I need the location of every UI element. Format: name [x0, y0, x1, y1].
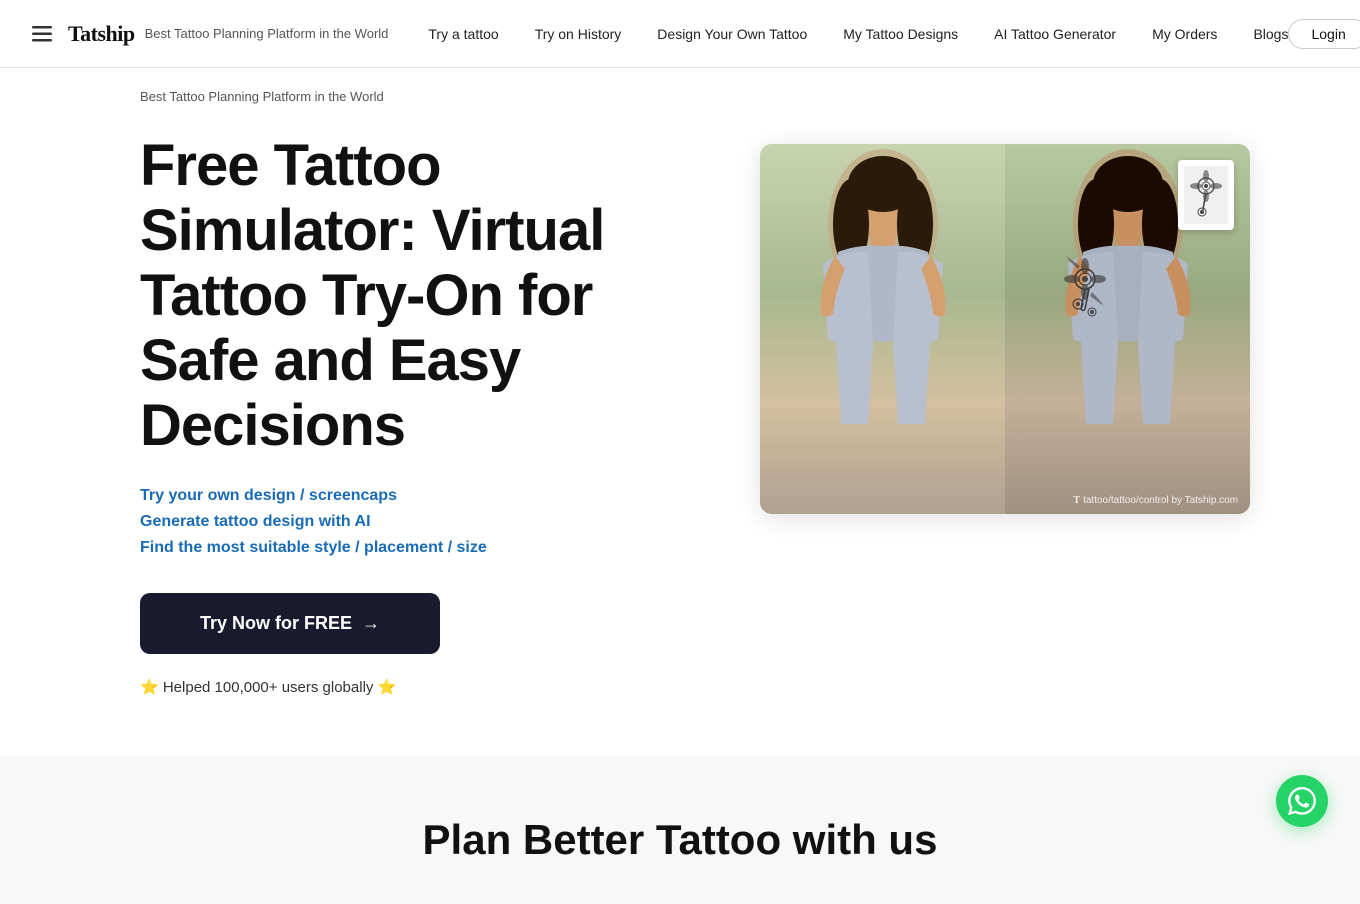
social-proof: ⭐ Helped 100,000+ users globally ⭐ — [140, 678, 700, 696]
hero-image-before — [760, 144, 1005, 514]
watermark-text: tattoo/tattoo/control by Tatship.com — [1083, 495, 1238, 506]
navbar: Tatship Best Tattoo Planning Platform in… — [0, 0, 1360, 68]
hamburger-menu[interactable] — [32, 26, 52, 42]
site-tagline: Best Tattoo Planning Platform in the Wor… — [145, 26, 389, 41]
cta-button[interactable]: Try Now for FREE → — [140, 593, 440, 654]
hero-image-after: T tattoo/tattoo/control by Tatship.com — [1005, 144, 1250, 514]
breadcrumb: Best Tattoo Planning Platform in the Wor… — [0, 68, 1360, 106]
bottom-section: Plan Better Tattoo with us — [0, 756, 1360, 904]
hero-feature-2: Generate tattoo design with AI — [140, 513, 700, 531]
hero-section: Free Tattoo Simulator: Virtual Tattoo Tr… — [0, 106, 1360, 756]
hero-features: Try your own design / screencaps Generat… — [140, 487, 700, 557]
nav-blogs[interactable]: Blogs — [1253, 26, 1288, 42]
hero-image-split: T tattoo/tattoo/control by Tatship.com — [760, 144, 1250, 514]
nav-try-history[interactable]: Try on History — [535, 26, 622, 42]
hero-image-container: T tattoo/tattoo/control by Tatship.com — [760, 144, 1250, 514]
cta-arrow-icon: → — [362, 613, 380, 634]
watermark: T tattoo/tattoo/control by Tatship.com — [1073, 495, 1238, 506]
nav-ai-generator[interactable]: AI Tattoo Generator — [994, 26, 1116, 42]
nav-links: Try a tattoo Try on History Design Your … — [428, 26, 1288, 42]
nav-my-orders[interactable]: My Orders — [1152, 26, 1217, 42]
nav-design-own[interactable]: Design Your Own Tattoo — [657, 26, 807, 42]
hero-title: Free Tattoo Simulator: Virtual Tattoo Tr… — [140, 134, 700, 459]
whatsapp-button[interactable] — [1276, 775, 1328, 827]
nav-try-tattoo[interactable]: Try a tattoo — [428, 26, 498, 42]
hero-feature-1: Try your own design / screencaps — [140, 487, 700, 505]
tattoo-thumbnail — [1178, 160, 1234, 230]
bottom-title: Plan Better Tattoo with us — [140, 816, 1220, 864]
site-logo[interactable]: Tatship — [68, 21, 135, 47]
login-button[interactable]: Login — [1288, 19, 1360, 49]
tattoo-thumb-inner — [1184, 166, 1228, 224]
nav-my-designs[interactable]: My Tattoo Designs — [843, 26, 958, 42]
watermark-logo: T — [1073, 495, 1080, 506]
hero-right-image: T tattoo/tattoo/control by Tatship.com — [760, 134, 1250, 514]
breadcrumb-text: Best Tattoo Planning Platform in the Wor… — [140, 89, 384, 104]
hero-left-content: Free Tattoo Simulator: Virtual Tattoo Tr… — [140, 134, 700, 696]
cta-button-label: Try Now for FREE — [200, 613, 352, 634]
hero-feature-3: Find the most suitable style / placement… — [140, 539, 700, 557]
